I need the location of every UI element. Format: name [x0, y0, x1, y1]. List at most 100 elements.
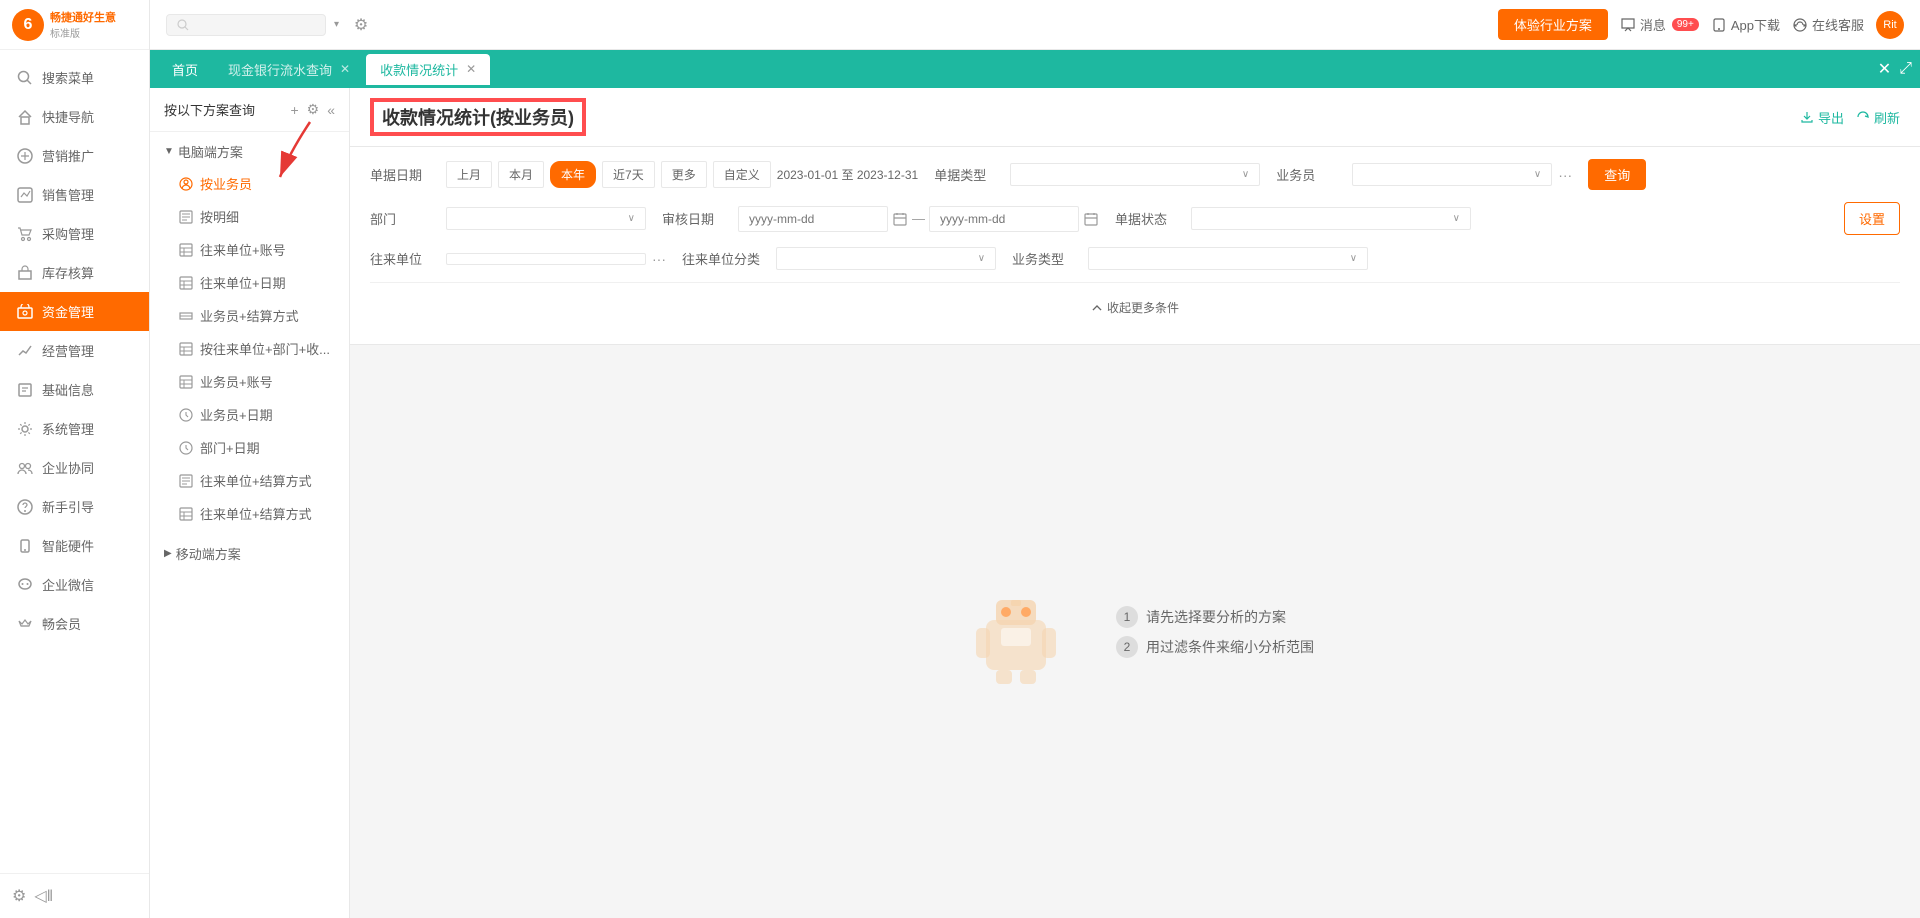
messages-badge: 99+	[1672, 18, 1699, 31]
business-type-arrow: ∨	[1350, 253, 1357, 264]
sidebar-item-system[interactable]: 系统管理	[0, 409, 149, 448]
sidebar-label: 营销推广	[42, 146, 94, 165]
scheme-item-counterparty-date[interactable]: 往来单位+日期	[150, 266, 349, 299]
scheme-item-counterparty-account[interactable]: 往来单位+账号	[150, 233, 349, 266]
filter-area: 单据日期 上月 本月 本年 近7天 更多 自定义 2023-01-01 至 20…	[350, 147, 1920, 345]
department-select[interactable]: ∨	[446, 207, 646, 230]
tab-collection-stat[interactable]: 收款情况统计 ✕	[366, 54, 490, 85]
collapse-filter-icon[interactable]: «	[327, 102, 335, 118]
collapse-btn[interactable]: 收起更多条件	[1083, 291, 1187, 324]
collapse-sidebar-icon[interactable]: ◁‖	[34, 886, 53, 906]
voucher-type-select[interactable]: ∨	[1010, 163, 1260, 186]
scheme-item-salesperson-date[interactable]: 业务员+日期	[150, 398, 349, 431]
scheme-item-by-salesperson[interactable]: 按业务员	[150, 167, 349, 200]
sidebar-item-quick-nav[interactable]: 快捷导航	[0, 97, 149, 136]
sidebar-item-beginner[interactable]: 新手引导	[0, 487, 149, 526]
logo-icon: 6	[12, 9, 44, 41]
sidebar-label: 经营管理	[42, 341, 94, 360]
topbar-search[interactable]	[166, 14, 326, 36]
scheme-group-desktop-header[interactable]: ▼ 电脑端方案	[150, 136, 349, 167]
sidebar-item-inventory[interactable]: 库存核算	[0, 253, 149, 292]
topbar-gear-icon[interactable]: ⚙	[347, 11, 375, 39]
scheme-item-salesperson-account[interactable]: 业务员+账号	[150, 365, 349, 398]
date-btn-this-month[interactable]: 本月	[498, 161, 544, 188]
empty-robot-illustration	[956, 570, 1076, 693]
sidebar-item-basic-info[interactable]: 基础信息	[0, 370, 149, 409]
voucher-status-select[interactable]: ∨	[1191, 207, 1471, 230]
sidebar-item-finance[interactable]: 资金管理	[0, 292, 149, 331]
filter-sidebar-icons: + ⚙ «	[290, 101, 335, 118]
vip-icon	[16, 615, 34, 633]
scheme-label: 业务员+结算方式	[200, 306, 299, 325]
calendar-icon-end[interactable]	[1083, 211, 1099, 227]
counterparty-type-label: 往来单位分类	[682, 249, 760, 268]
scheme-item-counterparty-settlement2[interactable]: 往来单位+结算方式	[150, 497, 349, 530]
empty-hint-1: 1 请先选择要分析的方案	[1116, 606, 1314, 628]
scheme-group-mobile-header[interactable]: ▶ 移动端方案	[150, 538, 349, 569]
salesperson-select[interactable]: ∨	[1352, 163, 1552, 186]
sidebar-item-search-menu[interactable]: 搜索菜单	[0, 58, 149, 97]
tab-bank-flow[interactable]: 现金银行流水查询 ✕	[214, 54, 364, 85]
sidebar-item-sales[interactable]: 销售管理	[0, 175, 149, 214]
scheme-item-counterparty-dept-collect[interactable]: 按往来单位+部门+收...	[150, 332, 349, 365]
business-type-select[interactable]: ∨	[1088, 247, 1368, 270]
date-btn-custom[interactable]: 自定义	[713, 161, 771, 188]
settings-btn[interactable]: 设置	[1844, 202, 1900, 235]
sidebar-label: 企业协同	[42, 458, 94, 477]
tab-home[interactable]: 首页	[158, 54, 212, 85]
sidebar-item-purchase[interactable]: 采购管理	[0, 214, 149, 253]
topbar-dropdown-arrow[interactable]: ▾	[334, 19, 339, 30]
main-area: ▾ ⚙ 体验行业方案 消息 99+ App下载 在线客服 Rit	[150, 0, 1920, 918]
add-scheme-icon[interactable]: +	[290, 102, 298, 118]
tab-close-all-icon[interactable]: ✕	[1878, 59, 1891, 79]
scheme-label: 业务员+账号	[200, 372, 273, 391]
page-title-highlight: 收款情况统计(按业务员)	[370, 98, 586, 136]
sidebar-item-vip[interactable]: 畅会员	[0, 604, 149, 643]
messages-btn[interactable]: 消息 99+	[1620, 15, 1699, 34]
counterparty-type-select[interactable]: ∨	[776, 247, 996, 270]
scheme-item-dept-date[interactable]: 部门+日期	[150, 431, 349, 464]
date-btn-last-month[interactable]: 上月	[446, 161, 492, 188]
online-service-btn[interactable]: 在线客服	[1792, 15, 1864, 34]
query-btn[interactable]: 查询	[1588, 159, 1646, 190]
department-label: 部门	[370, 209, 430, 228]
sidebar-item-enterprise[interactable]: 企业协同	[0, 448, 149, 487]
scheme-label: 往来单位+结算方式	[200, 471, 312, 490]
counterparty-label: 往来单位	[370, 249, 430, 268]
scheme-item-counterparty-settlement1[interactable]: 往来单位+结算方式	[150, 464, 349, 497]
scheme-settings-icon[interactable]: ⚙	[307, 101, 320, 118]
scheme-label: 部门+日期	[200, 438, 260, 457]
empty-hints: 1 请先选择要分析的方案 2 用过滤条件来缩小分析范围	[1116, 606, 1314, 658]
sidebar-item-smart-hw[interactable]: 智能硬件	[0, 526, 149, 565]
sidebar-item-enterprise-wechat[interactable]: 企业微信	[0, 565, 149, 604]
scheme-label: 按业务员	[200, 174, 252, 193]
sidebar-item-marketing[interactable]: 营销推广	[0, 136, 149, 175]
counterparty-select[interactable]	[446, 253, 646, 265]
trial-btn[interactable]: 体验行业方案	[1498, 9, 1608, 40]
counterparty-dots[interactable]: ···	[652, 251, 666, 267]
salesperson-dots[interactable]: ···	[1558, 167, 1572, 183]
app-download-btn[interactable]: App下载	[1711, 15, 1780, 34]
export-btn[interactable]: 导出	[1800, 108, 1844, 127]
online-service-label: 在线客服	[1812, 15, 1864, 34]
user-avatar[interactable]: Rit	[1876, 11, 1904, 39]
settings-bottom-icon[interactable]: ⚙	[12, 886, 26, 906]
salesperson-label: 业务员	[1276, 165, 1336, 184]
sidebar: 6 畅捷通好生意 标准版 搜索菜单 快捷导航	[0, 0, 150, 918]
tab-collection-stat-close[interactable]: ✕	[466, 62, 476, 76]
sales-icon	[16, 186, 34, 204]
sidebar-item-operations[interactable]: 经营管理	[0, 331, 149, 370]
scheme-item-salesperson-settlement[interactable]: 业务员+结算方式	[150, 299, 349, 332]
tab-maximize-icon[interactable]: ⤢	[1899, 60, 1912, 78]
date-btn-7days[interactable]: 近7天	[602, 161, 655, 188]
sidebar-label: 快捷导航	[42, 107, 94, 126]
date-btn-more[interactable]: 更多	[661, 161, 707, 188]
scheme-item-by-detail[interactable]: 按明细	[150, 200, 349, 233]
tab-bank-flow-close[interactable]: ✕	[340, 62, 350, 76]
sidebar-bottom: ⚙ ◁‖	[0, 873, 149, 918]
calendar-icon-start[interactable]	[892, 211, 908, 227]
review-date-end[interactable]	[929, 206, 1079, 232]
date-btn-this-year[interactable]: 本年	[550, 161, 596, 188]
refresh-btn[interactable]: 刷新	[1856, 108, 1900, 127]
review-date-start[interactable]	[738, 206, 888, 232]
